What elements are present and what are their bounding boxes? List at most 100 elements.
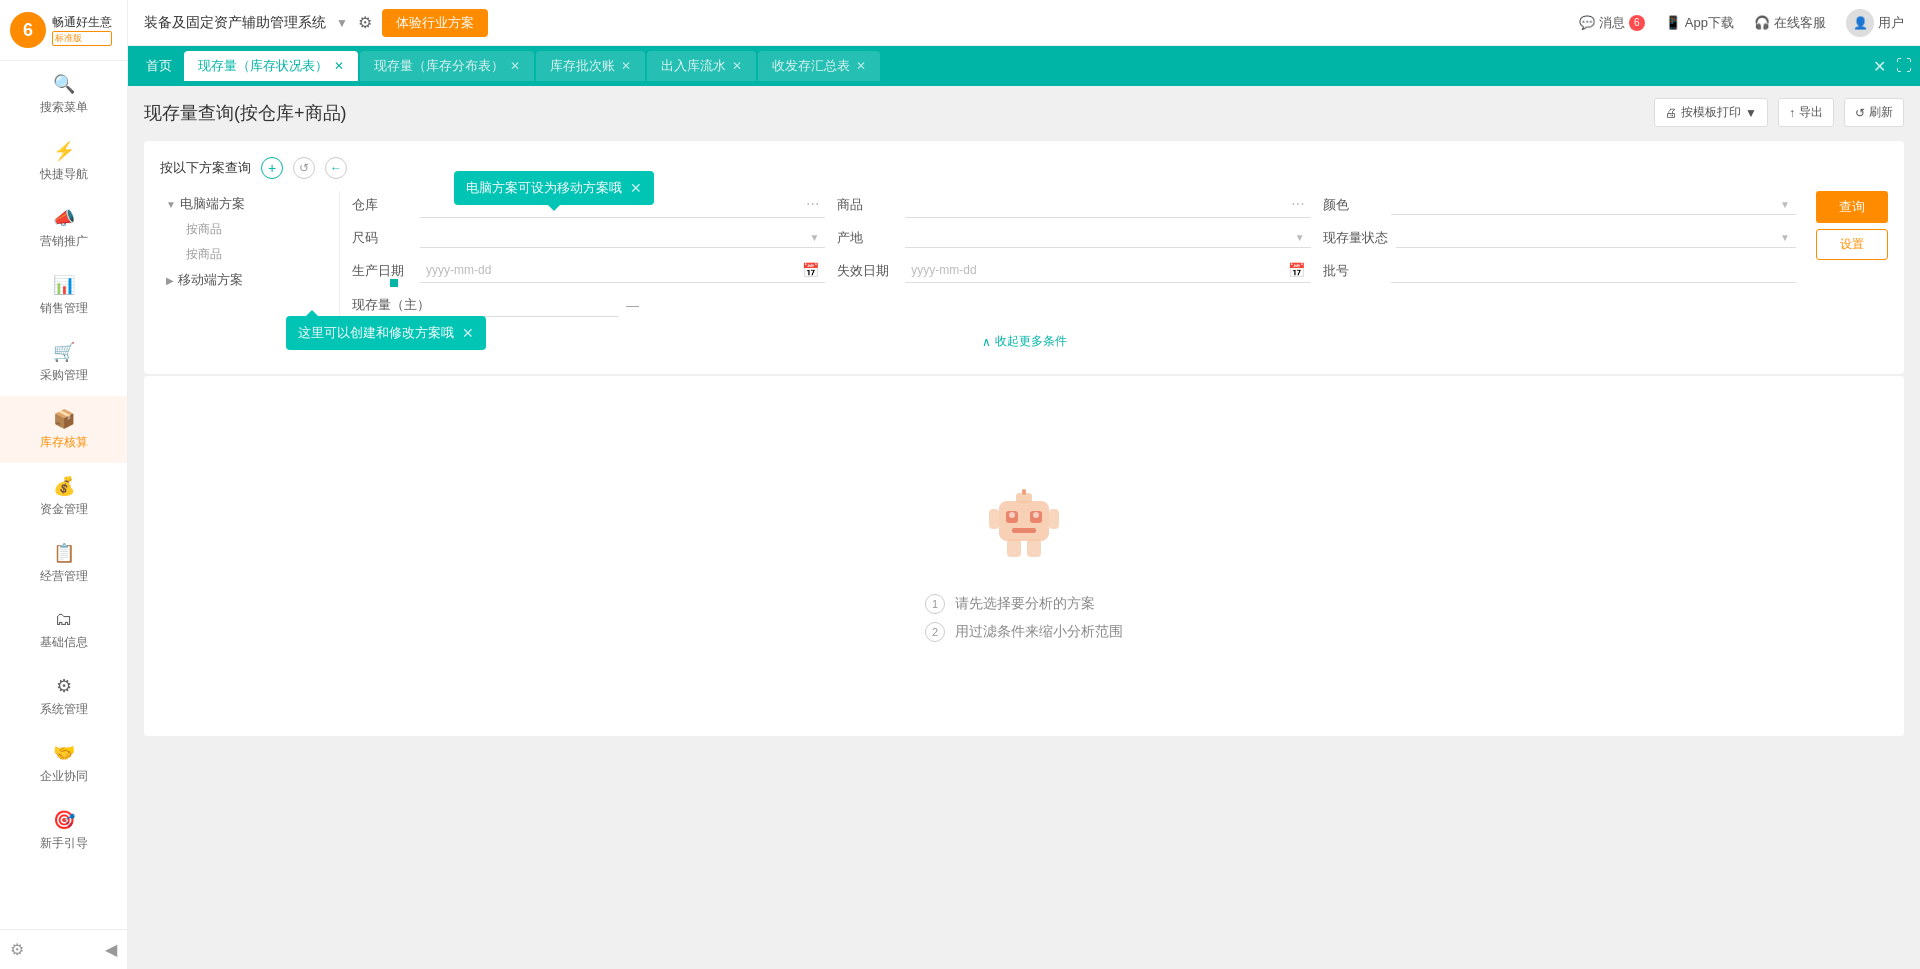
filter-add-btn[interactable]: + bbox=[261, 157, 283, 179]
trial-button[interactable]: 体验行业方案 bbox=[382, 9, 488, 37]
range-dash: — bbox=[626, 298, 639, 313]
tooltip-scheme-create: 这里可以创建和修改方案哦 ✕ bbox=[286, 316, 486, 350]
tab-fullscreen-icon[interactable]: ⛶ bbox=[1896, 57, 1912, 75]
tab-flow[interactable]: 出入库流水 ✕ bbox=[647, 51, 756, 81]
sidebar-item-label: 采购管理 bbox=[40, 367, 88, 384]
nav-icon: ⚡ bbox=[53, 140, 75, 162]
sidebar-item-enterprise[interactable]: 🤝 企业协同 bbox=[0, 730, 127, 797]
tab-close-icon[interactable]: ✕ bbox=[856, 59, 866, 73]
warehouse-dots[interactable]: ··· bbox=[806, 195, 819, 213]
operations-icon: 📋 bbox=[53, 542, 75, 564]
online-support-action[interactable]: 🎧 在线客服 bbox=[1754, 14, 1826, 32]
system-dropdown[interactable]: ▼ bbox=[336, 16, 348, 30]
purchase-icon: 🛒 bbox=[53, 341, 75, 363]
filter-refresh-btn[interactable]: ↺ bbox=[293, 157, 315, 179]
app-download-action[interactable]: 📱 App下载 bbox=[1665, 14, 1734, 32]
product-input[interactable]: ··· bbox=[905, 191, 1310, 218]
filter-field-batch: 批号 bbox=[1323, 259, 1796, 283]
empty-state: 1 请先选择要分析的方案 2 用过滤条件来缩小分析范围 bbox=[144, 376, 1904, 736]
filter-back-btn[interactable]: ← bbox=[325, 157, 347, 179]
header-settings-icon[interactable]: ⚙ bbox=[358, 13, 372, 32]
tab-batch-account[interactable]: 库存批次账 ✕ bbox=[536, 51, 645, 81]
tab-inventory-status[interactable]: 现存量（库存状况表） ✕ bbox=[184, 51, 358, 81]
sidebar-item-label: 营销推广 bbox=[40, 233, 88, 250]
arrow-right-icon: ▶ bbox=[166, 275, 174, 286]
sidebar-item-basic-info[interactable]: 🗂 基础信息 bbox=[0, 597, 127, 663]
sidebar-item-operations[interactable]: 📋 经营管理 bbox=[0, 530, 127, 597]
collapse-sidebar-btn[interactable]: ◀ bbox=[105, 940, 117, 959]
scheme-sub-item-1[interactable]: 按商品 bbox=[180, 217, 329, 242]
tab-summary[interactable]: 收发存汇总表 ✕ bbox=[758, 51, 880, 81]
refresh-btn[interactable]: ↺ 刷新 bbox=[1844, 98, 1904, 127]
filter-row-2: 尺码 ▼ 产地 ▼ bbox=[352, 228, 1796, 248]
tab-inventory-dist[interactable]: 现存量（库存分布表） ✕ bbox=[360, 51, 534, 81]
print-btn[interactable]: 🖨 按模板打印 ▼ bbox=[1654, 98, 1768, 127]
scheme-sub-items: 按商品 按商品 bbox=[160, 217, 329, 267]
prod-date-from[interactable]: yyyy-mm-dd 📅 bbox=[420, 258, 825, 283]
stock-qty-from[interactable] bbox=[438, 293, 618, 317]
scheme-item-pc[interactable]: ▼ 电脑端方案 bbox=[160, 191, 329, 217]
system-name: 装备及固定资产辅助管理系统 bbox=[144, 14, 326, 32]
support-icon: 🎧 bbox=[1754, 15, 1770, 30]
scheme-item-mobile[interactable]: ▶ 移动端方案 bbox=[160, 267, 329, 293]
sidebar-item-label: 快捷导航 bbox=[40, 166, 88, 183]
tab-close-icon[interactable]: ✕ bbox=[621, 59, 631, 73]
settings-button[interactable]: 设置 bbox=[1816, 229, 1888, 260]
tab-home[interactable]: 首页 bbox=[136, 51, 182, 81]
filter-row-4: 现存量（主） — bbox=[352, 293, 1796, 317]
search-button[interactable]: 查询 bbox=[1816, 191, 1888, 223]
settings-footer-btn[interactable]: ⚙ bbox=[10, 940, 24, 959]
tab-close-all-icon[interactable]: ✕ bbox=[1873, 57, 1886, 76]
sidebar-item-inventory[interactable]: 📦 库存核算 bbox=[0, 396, 127, 463]
origin-select[interactable]: ▼ bbox=[905, 228, 1310, 248]
sidebar-item-finance[interactable]: 💰 资金管理 bbox=[0, 463, 127, 530]
tab-label: 收发存汇总表 bbox=[772, 57, 850, 75]
empty-step-2: 2 用过滤条件来缩小分析范围 bbox=[925, 622, 1123, 642]
message-badge: 6 bbox=[1629, 15, 1645, 31]
finance-icon: 💰 bbox=[53, 475, 75, 497]
expire-date-from[interactable]: yyyy-mm-dd 📅 bbox=[905, 258, 1310, 283]
sidebar-menu: 🔍 搜索菜单 ⚡ 快捷导航 📣 营销推广 📊 销售管理 🛒 采购管理 📦 库存核… bbox=[0, 61, 127, 929]
header-left: 装备及固定资产辅助管理系统 ▼ ⚙ 体验行业方案 bbox=[144, 9, 488, 37]
sidebar-item-nav[interactable]: ⚡ 快捷导航 bbox=[0, 128, 127, 195]
sidebar-item-label: 基础信息 bbox=[40, 634, 88, 651]
page-actions: 🖨 按模板打印 ▼ ↑ 导出 ↺ 刷新 bbox=[1654, 98, 1904, 127]
sidebar-item-purchase[interactable]: 🛒 采购管理 bbox=[0, 329, 127, 396]
sidebar: 6 畅通好生意 标准版 🔍 搜索菜单 ⚡ 快捷导航 📣 营销推广 📊 销售管理 … bbox=[0, 0, 128, 969]
sidebar-item-marketing[interactable]: 📣 营销推广 bbox=[0, 195, 127, 262]
tooltip-close2-icon[interactable]: ✕ bbox=[462, 325, 474, 341]
sidebar-item-label: 搜索菜单 bbox=[40, 99, 88, 116]
filter-field-prod-date: 生产日期 yyyy-mm-dd 📅 bbox=[352, 258, 825, 283]
export-icon: ↑ bbox=[1789, 106, 1795, 120]
user-avatar: 👤 bbox=[1846, 9, 1874, 37]
tab-close-icon[interactable]: ✕ bbox=[732, 59, 742, 73]
message-action[interactable]: 💬 消息 6 bbox=[1579, 14, 1645, 32]
content-area: 现存量查询(按仓库+商品) 🖨 按模板打印 ▼ ↑ 导出 ↺ 刷新 bbox=[128, 86, 1920, 969]
sidebar-footer: ⚙ ◀ bbox=[0, 929, 127, 969]
stock-status-select[interactable]: ▼ bbox=[1396, 228, 1796, 248]
filter-field-color: 颜色 ▼ bbox=[1323, 195, 1796, 215]
batch-input[interactable] bbox=[1391, 259, 1796, 283]
product-dots[interactable]: ··· bbox=[1291, 195, 1304, 213]
export-btn[interactable]: ↑ 导出 bbox=[1778, 98, 1834, 127]
scheme-sub-item-2[interactable]: 按商品 bbox=[180, 242, 329, 267]
online-support-label: 在线客服 bbox=[1774, 14, 1826, 32]
active-dot bbox=[390, 279, 398, 287]
guide-icon: 🎯 bbox=[53, 809, 75, 831]
color-select[interactable]: ▼ bbox=[1391, 195, 1796, 215]
size-select[interactable]: ▼ bbox=[420, 228, 825, 248]
stock-qty-label: 现存量（主） bbox=[352, 296, 430, 314]
tooltip-close-icon[interactable]: ✕ bbox=[630, 180, 642, 196]
tab-close-icon[interactable]: ✕ bbox=[510, 59, 520, 73]
sidebar-item-guide[interactable]: 🎯 新手引导 bbox=[0, 797, 127, 864]
sidebar-item-sales[interactable]: 📊 销售管理 bbox=[0, 262, 127, 329]
tab-close-icon[interactable]: ✕ bbox=[334, 59, 344, 73]
sidebar-item-search[interactable]: 🔍 搜索菜单 bbox=[0, 61, 127, 128]
collapse-arrow-icon: ∧ bbox=[982, 335, 991, 349]
filter-section: 按以下方案查询 + ↺ ← ▼ 电脑端方案 按商品 bbox=[144, 141, 1904, 374]
user-action[interactable]: 👤 用户 bbox=[1846, 9, 1904, 37]
sidebar-item-system[interactable]: ⚙ 系统管理 bbox=[0, 663, 127, 730]
warehouse-label: 仓库 bbox=[352, 196, 412, 214]
sales-icon: 📊 bbox=[53, 274, 75, 296]
message-icon: 💬 bbox=[1579, 15, 1595, 30]
